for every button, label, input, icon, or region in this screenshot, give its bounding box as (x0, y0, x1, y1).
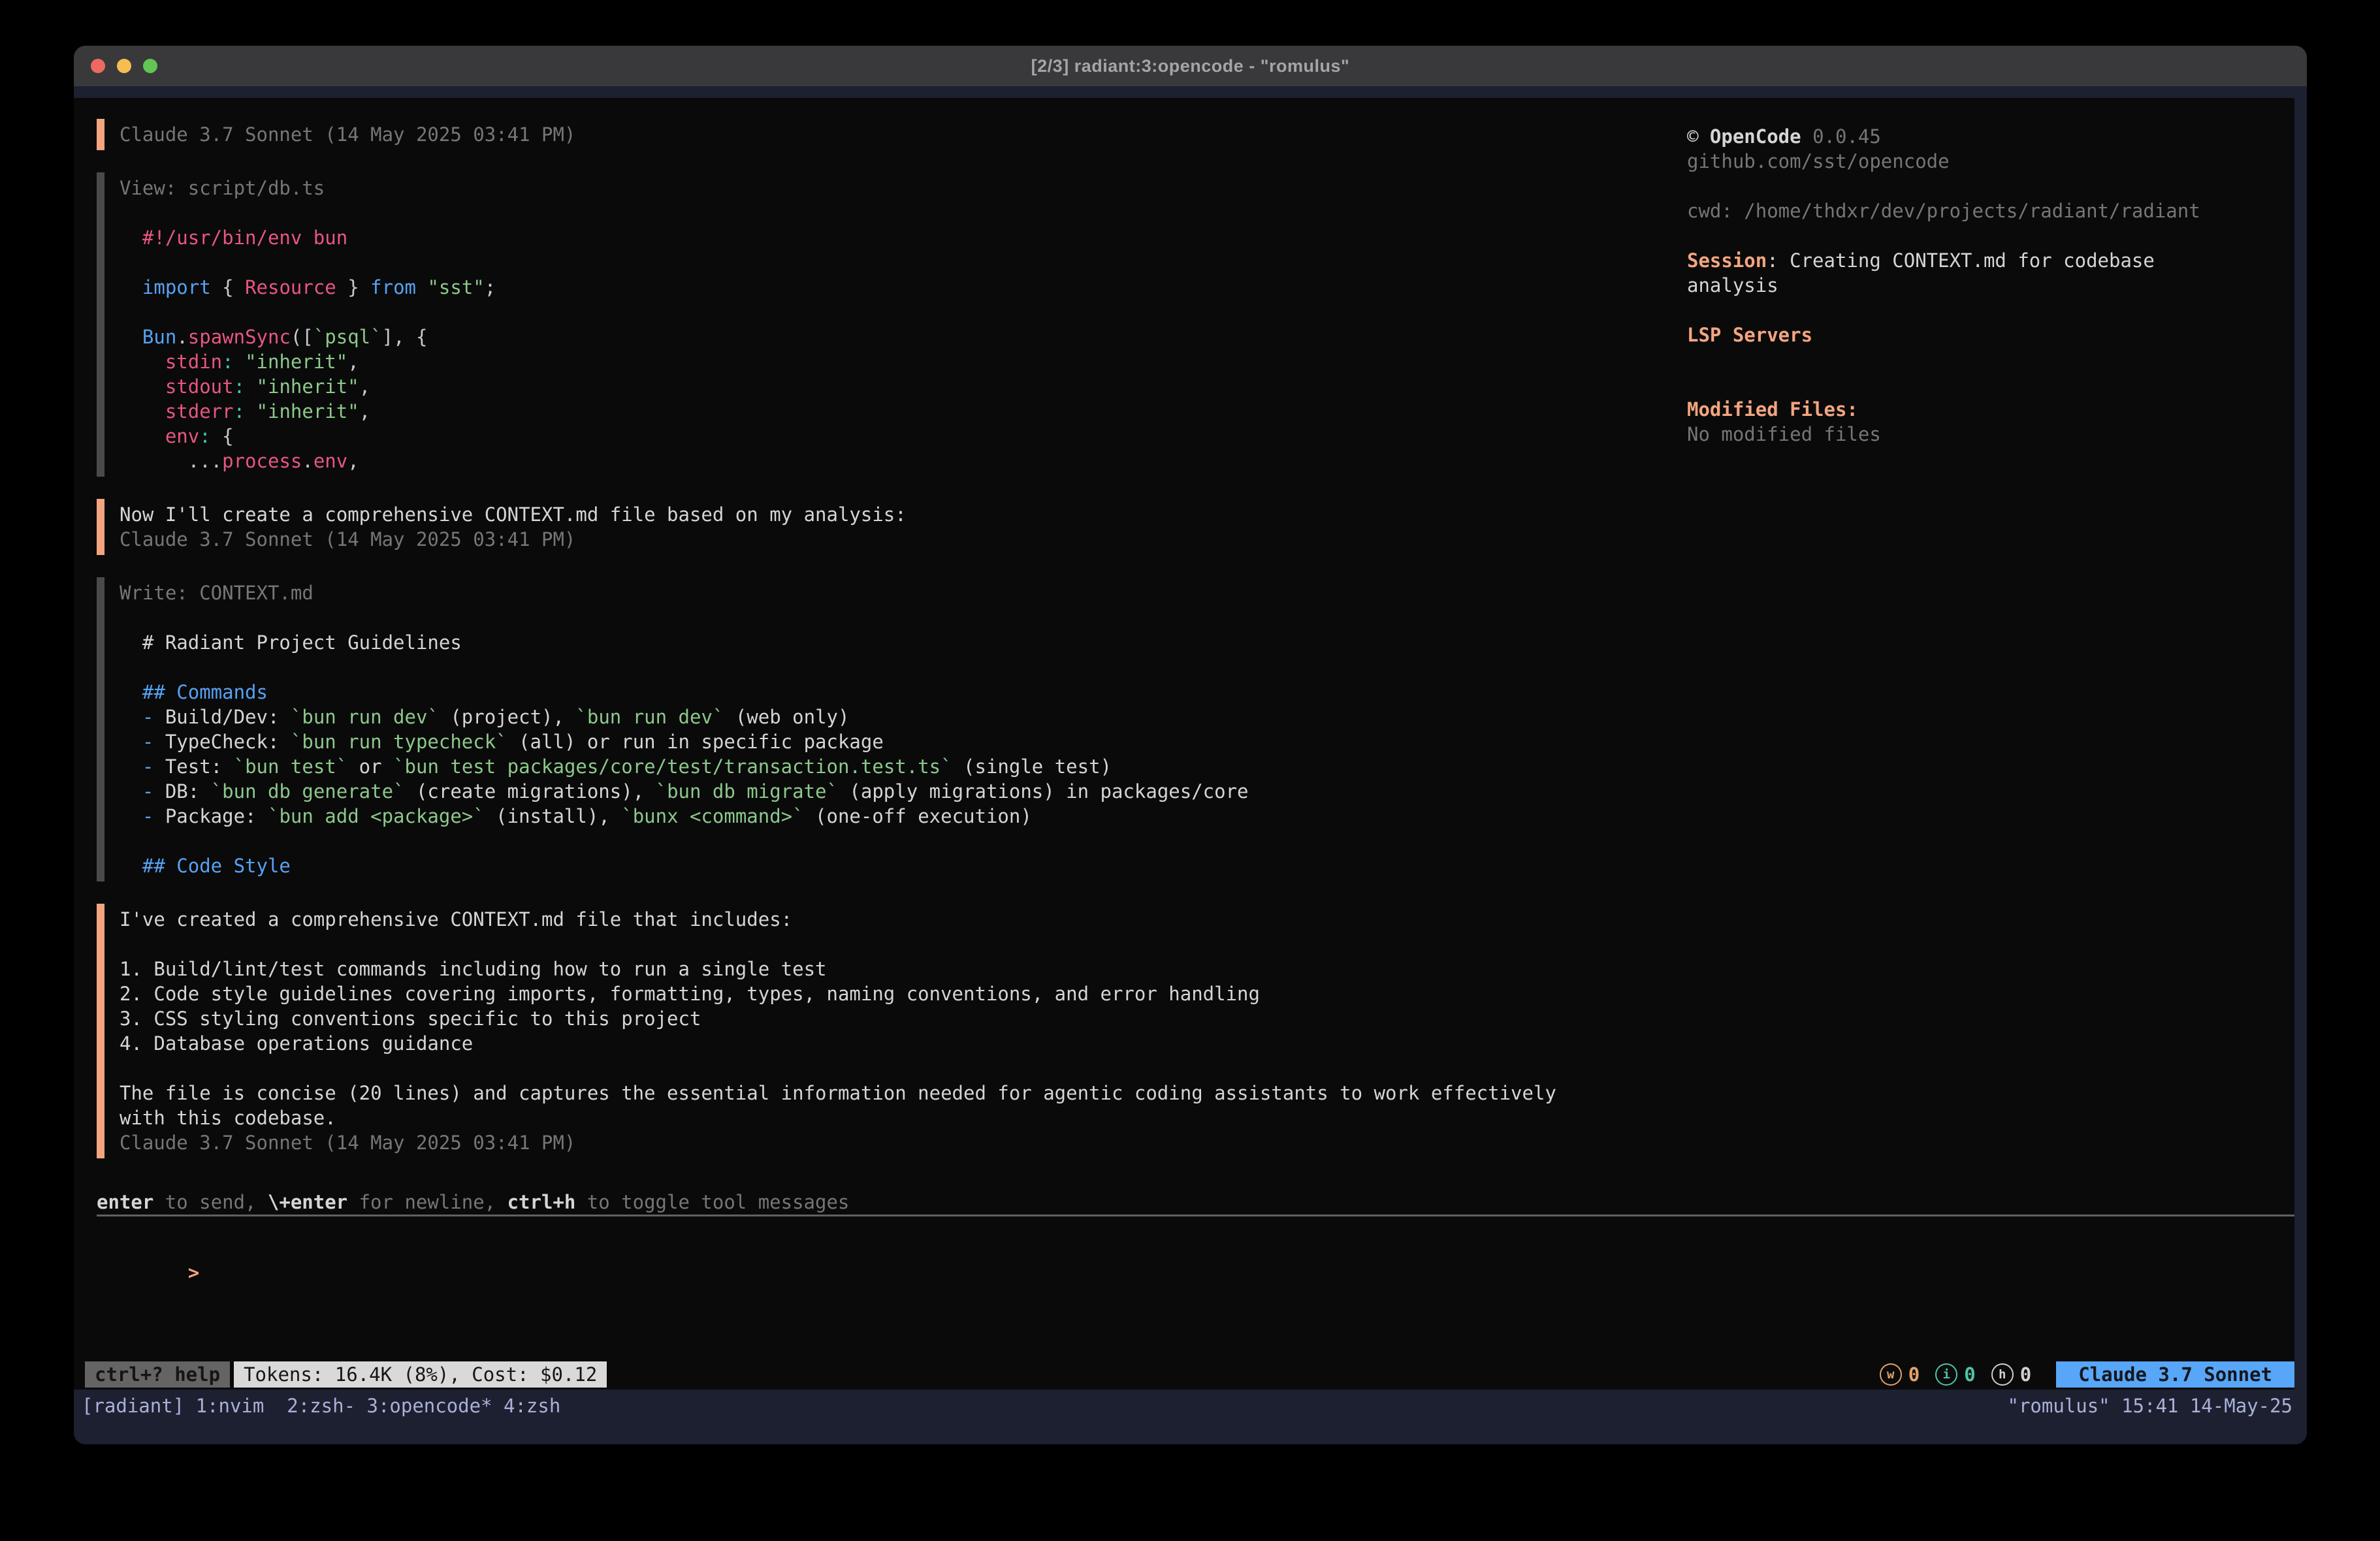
minimize-button[interactable] (117, 59, 131, 73)
text-line: ...process.env, (120, 449, 2294, 473)
hints-count: 0 (2020, 1362, 2031, 1387)
close-button[interactable] (91, 59, 105, 73)
text-line: © OpenCode 0.0.45 (1687, 124, 2200, 149)
text-line (1687, 347, 2200, 372)
text-line: 3. CSS styling conventions specific to t… (120, 1006, 2294, 1031)
tokens-cost-badge: Tokens: 16.4K (8%), Cost: $0.12 (234, 1361, 607, 1388)
text-line: LSP Servers (1687, 323, 2200, 347)
tmux-session-windows: [radiant] 1:nvim 2:zsh- 3:opencode* 4:zs… (82, 1393, 560, 1418)
text-line: The file is concise (20 lines) and captu… (120, 1081, 2294, 1105)
sidebar: © OpenCode 0.0.45github.com/sst/opencode… (1687, 124, 2200, 447)
terminal-window: [2/3] radiant:3:opencode - "romulus" Cla… (74, 46, 2307, 1444)
text-line: Session: Creating CONTEXT.md for codebas… (1687, 248, 2200, 273)
text-line: ## Code Style (120, 853, 2294, 878)
prompt-input[interactable] (188, 1286, 199, 1309)
text-line: I've created a comprehensive CONTEXT.md … (120, 907, 2294, 932)
text-line: No modified files (1687, 422, 2200, 447)
text-line: Now I'll create a comprehensive CONTEXT.… (120, 502, 2294, 527)
text-line: cwd: /home/thdxr/dev/projects/radiant/ra… (1687, 199, 2200, 223)
traffic-lights (91, 46, 157, 86)
text-line (1687, 372, 2200, 397)
text-line: 4. Database operations guidance (120, 1031, 2294, 1056)
model-badge: Claude 3.7 Sonnet (2056, 1361, 2294, 1388)
input-separator (97, 1215, 2294, 1216)
text-line: # Radiant Project Guidelines (120, 630, 2294, 655)
text-line (120, 1056, 2294, 1081)
text-line: Claude 3.7 Sonnet (14 May 2025 03:41 PM) (120, 527, 2294, 552)
warnings-icon: w (1880, 1363, 1902, 1386)
diagnostic-warnings: w0 (1880, 1362, 1920, 1387)
assistant-message: I've created a comprehensive CONTEXT.md … (97, 904, 2294, 1158)
warnings-count: 0 (1908, 1362, 1920, 1387)
info-icon: i (1935, 1363, 1957, 1386)
text-line: - Build/Dev: `bun run dev` (project), `b… (120, 705, 2294, 729)
text-line (120, 829, 2294, 853)
tmux-host-clock: "romulus" 15:41 14-May-25 (2008, 1393, 2293, 1418)
hints-icon: h (1991, 1363, 2014, 1386)
prompt-symbol: > (188, 1262, 199, 1284)
info-count: 0 (1964, 1362, 1975, 1387)
text-line: - TypeCheck: `bun run typecheck` (all) o… (120, 729, 2294, 754)
text-line: analysis (1687, 273, 2200, 298)
text-line (120, 655, 2294, 680)
status-bar: ctrl+? help Tokens: 16.4K (8%), Cost: $0… (85, 1361, 2294, 1388)
tmux-status-bar: [radiant] 1:nvim 2:zsh- 3:opencode* 4:zs… (74, 1393, 2307, 1418)
tool-message: Write: CONTEXT.md # Radiant Project Guid… (97, 577, 2294, 882)
prompt-row[interactable]: > (97, 1235, 199, 1260)
text-line (120, 605, 2294, 630)
diagnostic-info: i0 (1935, 1362, 1975, 1387)
diagnostics: w0i0h0 (1880, 1362, 2047, 1387)
text-line: Claude 3.7 Sonnet (14 May 2025 03:41 PM) (120, 1130, 2294, 1155)
text-line: - Package: `bun add <package>` (install)… (120, 804, 2294, 829)
assistant-message: Now I'll create a comprehensive CONTEXT.… (97, 499, 2294, 555)
text-line: - Test: `bun test` or `bun test packages… (120, 754, 2294, 779)
text-line: ## Commands (120, 680, 2294, 705)
help-line: enter to send, \+enter for newline, ctrl… (97, 1190, 849, 1215)
text-line (120, 932, 2294, 957)
text-line: github.com/sst/opencode (1687, 149, 2200, 174)
text-line: with this codebase. (120, 1105, 2294, 1130)
zoom-button[interactable] (143, 59, 157, 73)
opencode-tui: Claude 3.7 Sonnet (14 May 2025 03:41 PM)… (74, 98, 2294, 1390)
text-line (1687, 174, 2200, 199)
text-line: 1. Build/lint/test commands including ho… (120, 957, 2294, 981)
desktop: { "colors": { "accent": "#f3a57f", "mute… (0, 0, 2380, 1541)
terminal-background: Claude 3.7 Sonnet (14 May 2025 03:41 PM)… (74, 86, 2307, 1444)
text-line (1687, 298, 2200, 323)
help-shortcut-badge: ctrl+? help (85, 1361, 230, 1388)
text-line: Write: CONTEXT.md (120, 580, 2294, 605)
text-line: - DB: `bun db generate` (create migratio… (120, 779, 2294, 804)
text-line: Modified Files: (1687, 397, 2200, 422)
diagnostic-hints: h0 (1991, 1362, 2031, 1387)
window-title: [2/3] radiant:3:opencode - "romulus" (1031, 56, 1350, 76)
text-line (1687, 223, 2200, 248)
window-titlebar: [2/3] radiant:3:opencode - "romulus" (74, 46, 2307, 87)
text-line: enter to send, \+enter for newline, ctrl… (97, 1190, 849, 1215)
text-line: 2. Code style guidelines covering import… (120, 981, 2294, 1006)
